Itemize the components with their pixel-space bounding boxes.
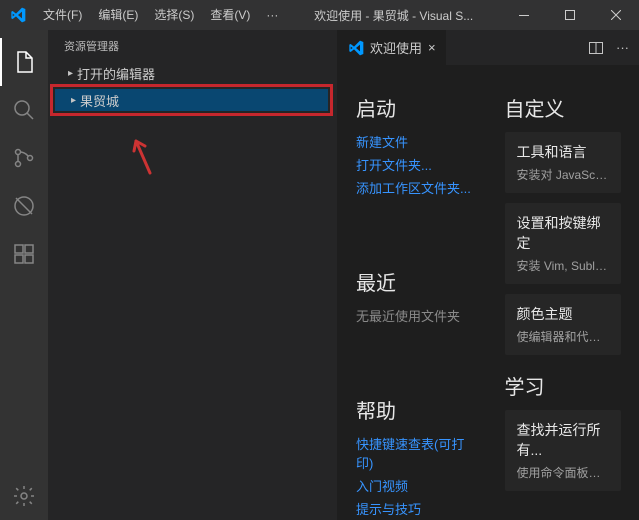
card-color-theme[interactable]: 颜色主题 使编辑器和代码...: [505, 294, 622, 355]
menu-bar: 文件(F) 编辑(E) 选择(S) 查看(V) ···: [35, 0, 286, 30]
card-find-run[interactable]: 查找并运行所有... 使用命令面板快...: [505, 410, 622, 491]
card-desc: 安装 Vim, Sublim...: [517, 257, 610, 274]
menu-edit[interactable]: 编辑(E): [90, 0, 146, 30]
card-title: 工具和语言: [517, 142, 610, 162]
explorer-panel: 资源管理器 ▸ 打开的编辑器 ▸ 果贸城: [48, 30, 338, 520]
card-desc: 安装对 JavaScript...: [517, 166, 610, 183]
vscode-logo-icon: [348, 40, 364, 56]
welcome-right-column: 自定义 工具和语言 安装对 JavaScript... 设置和按键绑定 安装 V…: [505, 77, 622, 508]
vscode-logo-icon: [0, 7, 35, 23]
menu-selection[interactable]: 选择(S): [146, 0, 202, 30]
card-desc: 使编辑器和代码...: [517, 328, 610, 345]
card-title: 查找并运行所有...: [517, 420, 610, 460]
help-heading: 帮助: [356, 395, 473, 424]
tree-open-editors[interactable]: ▸ 打开的编辑器: [48, 62, 337, 84]
welcome-page: 启动 新建文件 打开文件夹... 添加工作区文件夹... 最近 无最近使用文件夹…: [338, 65, 639, 520]
card-keybindings[interactable]: 设置和按键绑定 安装 Vim, Sublim...: [505, 203, 622, 284]
chevron-right-icon: ▸: [71, 95, 76, 106]
link-cheatsheet[interactable]: 快捷键速查表(可打印): [356, 434, 473, 472]
link-open-folder[interactable]: 打开文件夹...: [356, 155, 473, 174]
search-icon[interactable]: [0, 86, 48, 134]
editor-area: 欢迎使用 × ··· 启动 新建文件 打开文件夹... 添加工作区文件夹... …: [338, 30, 639, 520]
tree-project-root[interactable]: ▸ 果贸城: [55, 89, 328, 111]
menu-view[interactable]: 查看(V): [202, 0, 258, 30]
recent-empty: 无最近使用文件夹: [356, 306, 473, 325]
menu-file[interactable]: 文件(F): [35, 0, 90, 30]
learn-heading: 学习: [505, 371, 622, 400]
card-tools-languages[interactable]: 工具和语言 安装对 JavaScript...: [505, 132, 622, 193]
card-desc: 使用命令面板快...: [517, 464, 610, 481]
explorer-icon[interactable]: [0, 38, 48, 86]
chevron-right-icon: ▸: [68, 68, 73, 79]
activity-bar: [0, 30, 48, 520]
maximize-button[interactable]: [547, 0, 593, 30]
tree-label: 果贸城: [80, 91, 119, 110]
title-bar: 文件(F) 编辑(E) 选择(S) 查看(V) ··· 欢迎使用 - 果贸城 -…: [0, 0, 639, 30]
menu-more[interactable]: ···: [258, 0, 286, 30]
link-new-file[interactable]: 新建文件: [356, 132, 473, 151]
settings-icon[interactable]: [0, 472, 48, 520]
tab-bar: 欢迎使用 × ···: [338, 30, 639, 65]
link-intro-videos[interactable]: 入门视频: [356, 476, 473, 495]
tab-welcome[interactable]: 欢迎使用 ×: [338, 30, 446, 65]
tab-label: 欢迎使用: [370, 38, 422, 57]
close-icon[interactable]: ×: [428, 40, 436, 55]
recent-heading: 最近: [356, 267, 473, 296]
link-add-workspace[interactable]: 添加工作区文件夹...: [356, 178, 473, 197]
window-controls: [501, 0, 639, 30]
window-title: 欢迎使用 - 果贸城 - Visual S...: [286, 7, 501, 24]
minimize-button[interactable]: [501, 0, 547, 30]
extensions-icon[interactable]: [0, 230, 48, 278]
link-tips[interactable]: 提示与技巧: [356, 499, 473, 518]
more-icon[interactable]: ···: [616, 40, 629, 56]
source-control-icon[interactable]: [0, 134, 48, 182]
panel-title: 资源管理器: [48, 30, 337, 62]
close-button[interactable]: [593, 0, 639, 30]
file-tree: ▸ 打开的编辑器 ▸ 果贸城: [48, 62, 337, 116]
welcome-left-column: 启动 新建文件 打开文件夹... 添加工作区文件夹... 最近 无最近使用文件夹…: [356, 77, 473, 508]
tree-label: 打开的编辑器: [77, 64, 155, 83]
split-editor-icon[interactable]: [588, 40, 604, 56]
start-heading: 启动: [356, 93, 473, 122]
annotation-highlight: ▸ 果贸城: [50, 84, 333, 116]
card-title: 设置和按键绑定: [517, 213, 610, 253]
customize-heading: 自定义: [505, 93, 622, 122]
debug-icon[interactable]: [0, 182, 48, 230]
card-title: 颜色主题: [517, 304, 610, 324]
editor-actions: ···: [588, 40, 639, 56]
